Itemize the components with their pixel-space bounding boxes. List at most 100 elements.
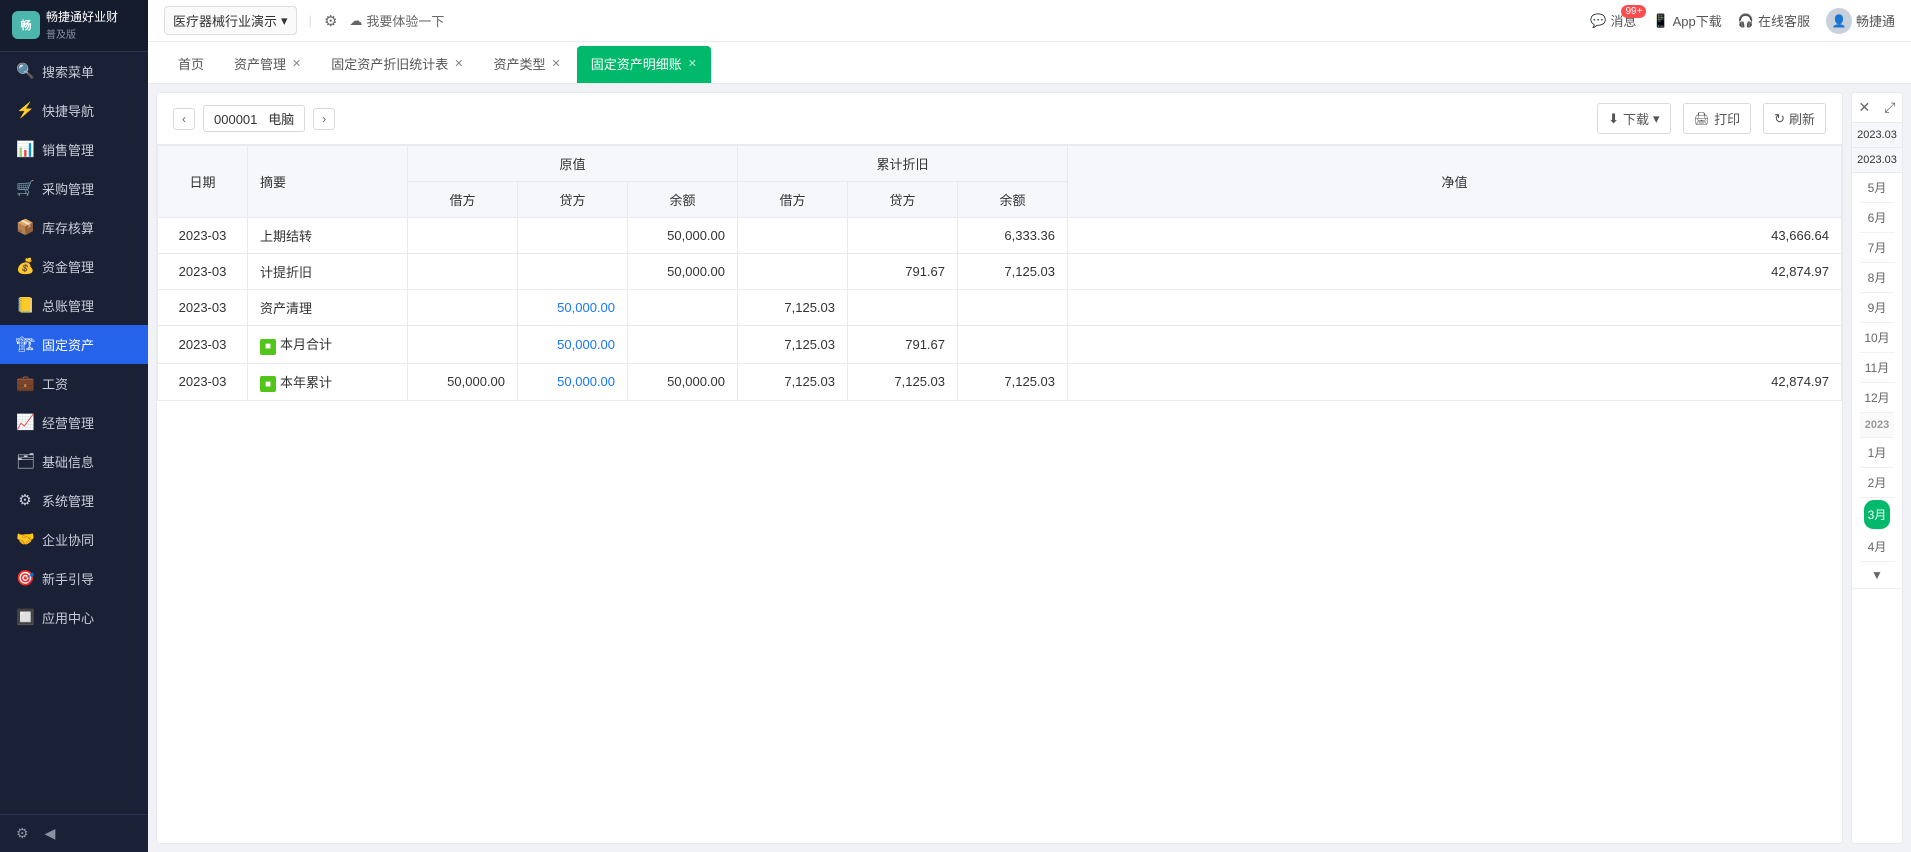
sidebar-item-purchase[interactable]: 🛒 采购管理: [0, 169, 148, 208]
sidebar-bottom: ⚙ ◀: [0, 814, 148, 852]
tab-asset-management[interactable]: 资产管理 ✕: [220, 46, 315, 83]
cell-orig-credit: [518, 254, 628, 290]
prev-asset-btn[interactable]: ‹: [173, 108, 195, 130]
timeline-item[interactable]: 8月: [1860, 263, 1895, 293]
timeline-item[interactable]: 2023: [1860, 413, 1895, 438]
user-avatar-area[interactable]: 👤 畅捷通: [1826, 8, 1895, 34]
tab-fixed-asset-detail[interactable]: 固定资产明细账 ✕: [577, 46, 711, 83]
sidebar-item-sales[interactable]: 📊 销售管理: [0, 130, 148, 169]
expand-panel-icon[interactable]: ⤢: [1880, 97, 1899, 118]
sidebar-menu: 🔍 搜索菜单 ⚡ 快捷导航 📊 销售管理 🛒 采购管理 📦 库存核算 💰 资金管…: [0, 52, 148, 814]
system-icon: ⚙: [16, 491, 34, 509]
username: 畅捷通: [1856, 11, 1895, 30]
sidebar-item-company-collab[interactable]: 🤝 企业协同: [0, 520, 148, 559]
timeline-item[interactable]: 7月: [1860, 233, 1895, 263]
cell-accum-credit: [848, 218, 958, 254]
sidebar-collapse-icon[interactable]: ◀: [45, 825, 56, 842]
sidebar-item-quick-nav[interactable]: ⚡ 快捷导航: [0, 91, 148, 130]
capital-icon: 💰: [16, 257, 34, 275]
cell-net-value: 42,874.97: [1068, 363, 1842, 401]
tabs-bar: 首页 资产管理 ✕ 固定资产折旧统计表 ✕ 资产类型 ✕ 固定资产明细账 ✕: [148, 42, 1911, 84]
cell-date: 2023-03: [158, 326, 248, 364]
cell-orig-balance: 50,000.00: [628, 254, 738, 290]
timeline-expand-btn[interactable]: ▼: [1852, 562, 1902, 589]
cell-orig-credit: 50,000.00: [518, 363, 628, 401]
header-accum-debit: 借方: [738, 182, 848, 218]
tab-asset-type[interactable]: 资产类型 ✕: [479, 46, 574, 83]
sidebar-item-system[interactable]: ⚙ 系统管理: [0, 481, 148, 520]
table-container: 日期 摘要 原值 累计折旧 净值: [157, 145, 1842, 843]
timeline-item[interactable]: 6月: [1860, 203, 1895, 233]
sidebar-item-capital[interactable]: 💰 资金管理: [0, 247, 148, 286]
timeline-header-1: 2023.03: [1852, 123, 1902, 148]
messages-btn[interactable]: 💬 消息 99+: [1590, 11, 1636, 30]
tab-close-icon[interactable]: ✕: [552, 57, 561, 70]
print-btn[interactable]: 🖨 打印: [1683, 103, 1752, 134]
topbar-experience[interactable]: ☁ 我要体验一下: [349, 11, 444, 30]
tab-home[interactable]: 首页: [164, 46, 218, 83]
tab-depreciation-summary[interactable]: 固定资产折旧统计表 ✕: [317, 46, 477, 83]
cell-desc: 计提折旧: [248, 254, 408, 290]
timeline-item[interactable]: 2月: [1860, 468, 1895, 498]
cell-orig-credit: 50,000.00: [518, 326, 628, 364]
cell-desc: ■本月合计: [248, 326, 408, 364]
cell-accum-debit: [738, 218, 848, 254]
close-panel-icon[interactable]: ✕: [1855, 97, 1875, 118]
print-icon: 🖨: [1694, 111, 1711, 127]
sidebar-item-salary[interactable]: 💼 工资: [0, 364, 148, 403]
timeline-item[interactable]: 9月: [1860, 293, 1895, 323]
cell-accum-balance: 7,125.03: [958, 363, 1068, 401]
inventory-icon: 📦: [16, 218, 34, 236]
download-label: 下载: [1623, 109, 1649, 128]
sidebar-item-basic-info[interactable]: 🗂 基础信息: [0, 442, 148, 481]
sidebar-item-label: 销售管理: [42, 140, 94, 159]
main-area: 医疗器械行业演示 ▾ | ⚙ ☁ 我要体验一下 💬 消息 99+ 📱 App下载…: [148, 0, 1911, 852]
sidebar-item-app-center[interactable]: 🔲 应用中心: [0, 598, 148, 637]
app-center-icon: 🔲: [16, 608, 34, 626]
timeline-item[interactable]: 5月: [1860, 173, 1895, 203]
sidebar-item-label: 库存核算: [42, 218, 94, 237]
sidebar-item-search[interactable]: 🔍 搜索菜单: [0, 52, 148, 91]
sidebar-item-operations[interactable]: 📈 经营管理: [0, 403, 148, 442]
sidebar: 畅 畅捷通好业财 普及版 🔍 搜索菜单 ⚡ 快捷导航 📊 销售管理 🛒 采购管理…: [0, 0, 148, 852]
timeline-item[interactable]: 3月: [1864, 500, 1891, 530]
customer-service-btn[interactable]: 🎧 在线客服: [1738, 11, 1810, 30]
header-date: 日期: [158, 146, 248, 218]
purchase-icon: 🛒: [16, 179, 34, 197]
tab-close-icon[interactable]: ✕: [292, 57, 301, 70]
cell-date: 2023-03: [158, 363, 248, 401]
expand-icon: ▼: [1871, 568, 1883, 582]
app-download-icon: 📱: [1652, 13, 1668, 29]
tab-label: 资产管理: [234, 54, 286, 73]
timeline-item[interactable]: 4月: [1860, 532, 1895, 562]
app-download-btn[interactable]: 📱 App下载: [1652, 11, 1721, 30]
next-asset-btn[interactable]: ›: [313, 108, 335, 130]
cell-orig-balance: [628, 290, 738, 326]
cell-orig-debit: [408, 290, 518, 326]
header-accumulated-depreciation: 累计折旧: [738, 146, 1068, 182]
sidebar-item-guide[interactable]: 🎯 新手引导: [0, 559, 148, 598]
guide-icon: 🎯: [16, 569, 34, 587]
customer-service-icon: 🎧: [1738, 13, 1754, 29]
refresh-btn[interactable]: ↻ 刷新: [1763, 103, 1826, 134]
topbar-settings-icon[interactable]: ⚙: [324, 12, 337, 30]
tab-close-icon[interactable]: ✕: [454, 57, 463, 70]
timeline-item[interactable]: 1月: [1860, 438, 1895, 468]
company-name: 医疗器械行业演示: [173, 11, 277, 30]
timeline-item[interactable]: 12月: [1860, 383, 1895, 413]
company-selector[interactable]: 医疗器械行业演示 ▾: [164, 6, 297, 35]
tab-close-icon[interactable]: ✕: [688, 57, 697, 70]
header-original-value: 原值: [408, 146, 738, 182]
download-btn[interactable]: ⬇ 下载 ▾: [1597, 103, 1670, 134]
sidebar-item-ledger[interactable]: 📒 总账管理: [0, 286, 148, 325]
quick-nav-icon: ⚡: [16, 101, 34, 119]
timeline-item[interactable]: 11月: [1860, 353, 1895, 383]
sidebar-item-label: 应用中心: [42, 608, 94, 627]
sidebar-settings-icon[interactable]: ⚙: [16, 825, 29, 842]
sidebar-item-inventory[interactable]: 📦 库存核算: [0, 208, 148, 247]
cell-net-value: [1068, 326, 1842, 364]
sidebar-item-fixed-assets[interactable]: 🏗 固定资产: [0, 325, 148, 364]
timeline-item[interactable]: 10月: [1860, 323, 1895, 353]
toolbar-right: ⬇ 下载 ▾ 🖨 打印 ↻ 刷新: [1597, 103, 1826, 134]
cell-accum-credit: 791.67: [848, 254, 958, 290]
